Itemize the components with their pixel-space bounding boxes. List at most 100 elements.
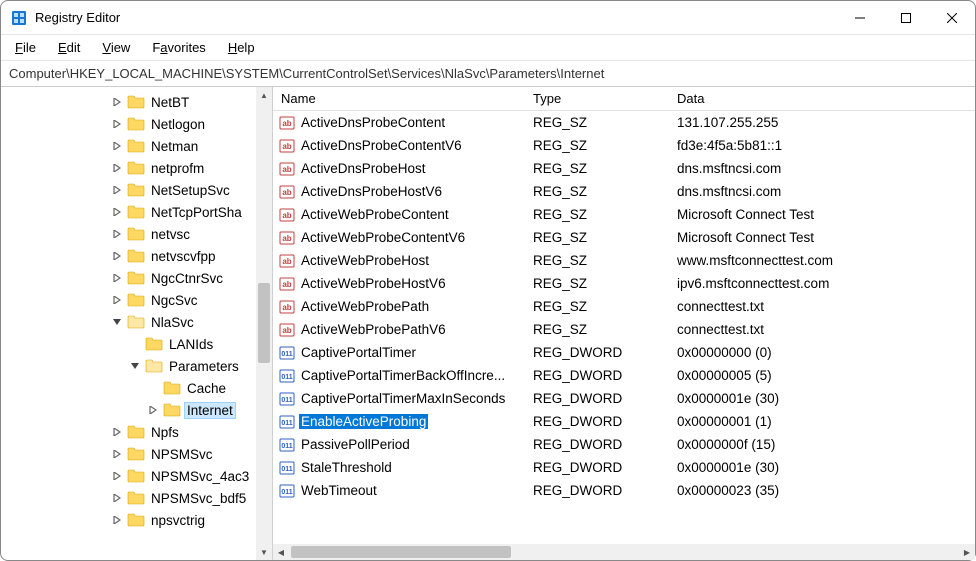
value-row[interactable]: abActiveWebProbeContentV6REG_SZMicrosoft… bbox=[273, 226, 975, 249]
address-bar[interactable]: Computer\HKEY_LOCAL_MACHINE\SYSTEM\Curre… bbox=[1, 61, 975, 87]
value-name: ActiveWebProbeContent bbox=[299, 207, 451, 222]
menu-view[interactable]: View bbox=[92, 36, 140, 59]
expander-icon[interactable] bbox=[113, 450, 127, 458]
value-row[interactable]: abActiveDnsProbeContentREG_SZ131.107.255… bbox=[273, 111, 975, 134]
value-row[interactable]: abActiveWebProbeHostV6REG_SZipv6.msftcon… bbox=[273, 272, 975, 295]
maximize-button[interactable] bbox=[883, 1, 929, 34]
expander-icon[interactable] bbox=[113, 208, 127, 216]
svg-text:ab: ab bbox=[282, 234, 291, 243]
value-name: CaptivePortalTimerMaxInSeconds bbox=[299, 391, 507, 406]
value-row[interactable]: abActiveWebProbeHostREG_SZwww.msftconnec… bbox=[273, 249, 975, 272]
tree-item[interactable]: Parameters bbox=[1, 355, 272, 377]
tree-item[interactable]: NPSMSvc bbox=[1, 443, 272, 465]
dword-value-icon: 011 bbox=[279, 414, 295, 430]
tree-item[interactable]: Npfs bbox=[1, 421, 272, 443]
minimize-button[interactable] bbox=[837, 1, 883, 34]
scroll-left-icon[interactable]: ◀ bbox=[273, 548, 289, 557]
tree-item[interactable]: netprofm bbox=[1, 157, 272, 179]
expander-icon[interactable] bbox=[113, 252, 127, 260]
menu-file[interactable]: File bbox=[5, 36, 46, 59]
expander-icon[interactable] bbox=[113, 98, 127, 106]
scroll-down-icon[interactable]: ▼ bbox=[256, 544, 272, 560]
expander-icon[interactable] bbox=[113, 318, 127, 326]
tree-item[interactable]: Netlogon bbox=[1, 113, 272, 135]
svg-text:011: 011 bbox=[281, 351, 292, 358]
close-button[interactable] bbox=[929, 1, 975, 34]
menu-favorites[interactable]: Favorites bbox=[142, 36, 215, 59]
expander-icon[interactable] bbox=[113, 186, 127, 194]
tree-item[interactable]: NlaSvc bbox=[1, 311, 272, 333]
scroll-thumb[interactable] bbox=[291, 546, 511, 558]
string-value-icon: ab bbox=[279, 299, 295, 315]
expander-icon[interactable] bbox=[113, 516, 127, 524]
tree-item[interactable]: NPSMSvc_bdf5 bbox=[1, 487, 272, 509]
value-type: REG_SZ bbox=[525, 138, 669, 153]
tree-panel[interactable]: NetBTNetlogonNetmannetprofmNetSetupSvcNe… bbox=[1, 87, 273, 560]
expander-icon[interactable] bbox=[113, 120, 127, 128]
expander-icon[interactable] bbox=[131, 362, 145, 370]
expander-icon[interactable] bbox=[113, 296, 127, 304]
value-data: fd3e:4f5a:5b81::1 bbox=[669, 138, 975, 153]
value-row[interactable]: 011CaptivePortalTimerMaxInSecondsREG_DWO… bbox=[273, 387, 975, 410]
value-type: REG_SZ bbox=[525, 322, 669, 337]
string-value-icon: ab bbox=[279, 322, 295, 338]
tree-item[interactable]: Internet bbox=[1, 399, 272, 421]
expander-icon[interactable] bbox=[113, 274, 127, 282]
tree-item-label: LANIds bbox=[167, 337, 215, 352]
menu-edit[interactable]: Edit bbox=[48, 36, 90, 59]
vertical-scrollbar[interactable]: ▲▼ bbox=[256, 87, 272, 560]
tree-item[interactable]: NetBT bbox=[1, 91, 272, 113]
col-header-data[interactable]: Data bbox=[669, 91, 975, 106]
value-row[interactable]: 011WebTimeoutREG_DWORD0x00000023 (35) bbox=[273, 479, 975, 502]
values-panel: Name Type Data abActiveDnsProbeContentRE… bbox=[273, 87, 975, 560]
value-data: 0x0000001e (30) bbox=[669, 460, 975, 475]
value-row[interactable]: abActiveWebProbeContentREG_SZMicrosoft C… bbox=[273, 203, 975, 226]
value-data: dns.msftncsi.com bbox=[669, 161, 975, 176]
tree-item-label: NPSMSvc_4ac3 bbox=[149, 469, 251, 484]
expander-icon[interactable] bbox=[113, 494, 127, 502]
expander-icon[interactable] bbox=[149, 406, 163, 414]
tree-item[interactable]: NgcSvc bbox=[1, 289, 272, 311]
tree-item[interactable]: Netman bbox=[1, 135, 272, 157]
col-header-type[interactable]: Type bbox=[525, 91, 669, 106]
tree-item[interactable]: NetTcpPortSha bbox=[1, 201, 272, 223]
value-row[interactable]: 011StaleThresholdREG_DWORD0x0000001e (30… bbox=[273, 456, 975, 479]
tree-item[interactable]: NetSetupSvc bbox=[1, 179, 272, 201]
horizontal-scrollbar[interactable]: ◀ ▶ bbox=[273, 544, 975, 560]
menu-help[interactable]: Help bbox=[218, 36, 265, 59]
expander-icon[interactable] bbox=[113, 472, 127, 480]
scroll-right-icon[interactable]: ▶ bbox=[959, 548, 975, 557]
tree-item[interactable]: NPSMSvc_4ac3 bbox=[1, 465, 272, 487]
value-row[interactable]: abActiveWebProbePathV6REG_SZconnecttest.… bbox=[273, 318, 975, 341]
tree-item[interactable]: Cache bbox=[1, 377, 272, 399]
expander-icon[interactable] bbox=[113, 164, 127, 172]
tree-item[interactable]: NgcCtnrSvc bbox=[1, 267, 272, 289]
expander-icon[interactable] bbox=[113, 428, 127, 436]
value-row[interactable]: abActiveDnsProbeHostV6REG_SZdns.msftncsi… bbox=[273, 180, 975, 203]
scroll-thumb[interactable] bbox=[258, 283, 270, 363]
value-type: REG_SZ bbox=[525, 184, 669, 199]
tree-item[interactable]: LANIds bbox=[1, 333, 272, 355]
value-data: ipv6.msftconnecttest.com bbox=[669, 276, 975, 291]
value-row[interactable]: abActiveDnsProbeHostREG_SZdns.msftncsi.c… bbox=[273, 157, 975, 180]
dword-value-icon: 011 bbox=[279, 345, 295, 361]
value-name: PassivePollPeriod bbox=[299, 437, 412, 452]
string-value-icon: ab bbox=[279, 184, 295, 200]
value-row[interactable]: 011CaptivePortalTimerBackOffIncre...REG_… bbox=[273, 364, 975, 387]
expander-icon[interactable] bbox=[113, 230, 127, 238]
scroll-up-icon[interactable]: ▲ bbox=[256, 87, 272, 103]
title-bar: Registry Editor bbox=[1, 1, 975, 35]
svg-text:011: 011 bbox=[281, 374, 292, 381]
value-row[interactable]: 011CaptivePortalTimerREG_DWORD0x00000000… bbox=[273, 341, 975, 364]
tree-item[interactable]: npsvctrig bbox=[1, 509, 272, 531]
value-row[interactable]: abActiveWebProbePathREG_SZconnecttest.tx… bbox=[273, 295, 975, 318]
tree-item[interactable]: netvscvfpp bbox=[1, 245, 272, 267]
value-row[interactable]: 011PassivePollPeriodREG_DWORD0x0000000f … bbox=[273, 433, 975, 456]
tree-item[interactable]: netvsc bbox=[1, 223, 272, 245]
value-data: 0x00000023 (35) bbox=[669, 483, 975, 498]
col-header-name[interactable]: Name bbox=[273, 91, 525, 106]
expander-icon[interactable] bbox=[113, 142, 127, 150]
dword-value-icon: 011 bbox=[279, 391, 295, 407]
value-row[interactable]: 011EnableActiveProbingREG_DWORD0x0000000… bbox=[273, 410, 975, 433]
value-row[interactable]: abActiveDnsProbeContentV6REG_SZfd3e:4f5a… bbox=[273, 134, 975, 157]
